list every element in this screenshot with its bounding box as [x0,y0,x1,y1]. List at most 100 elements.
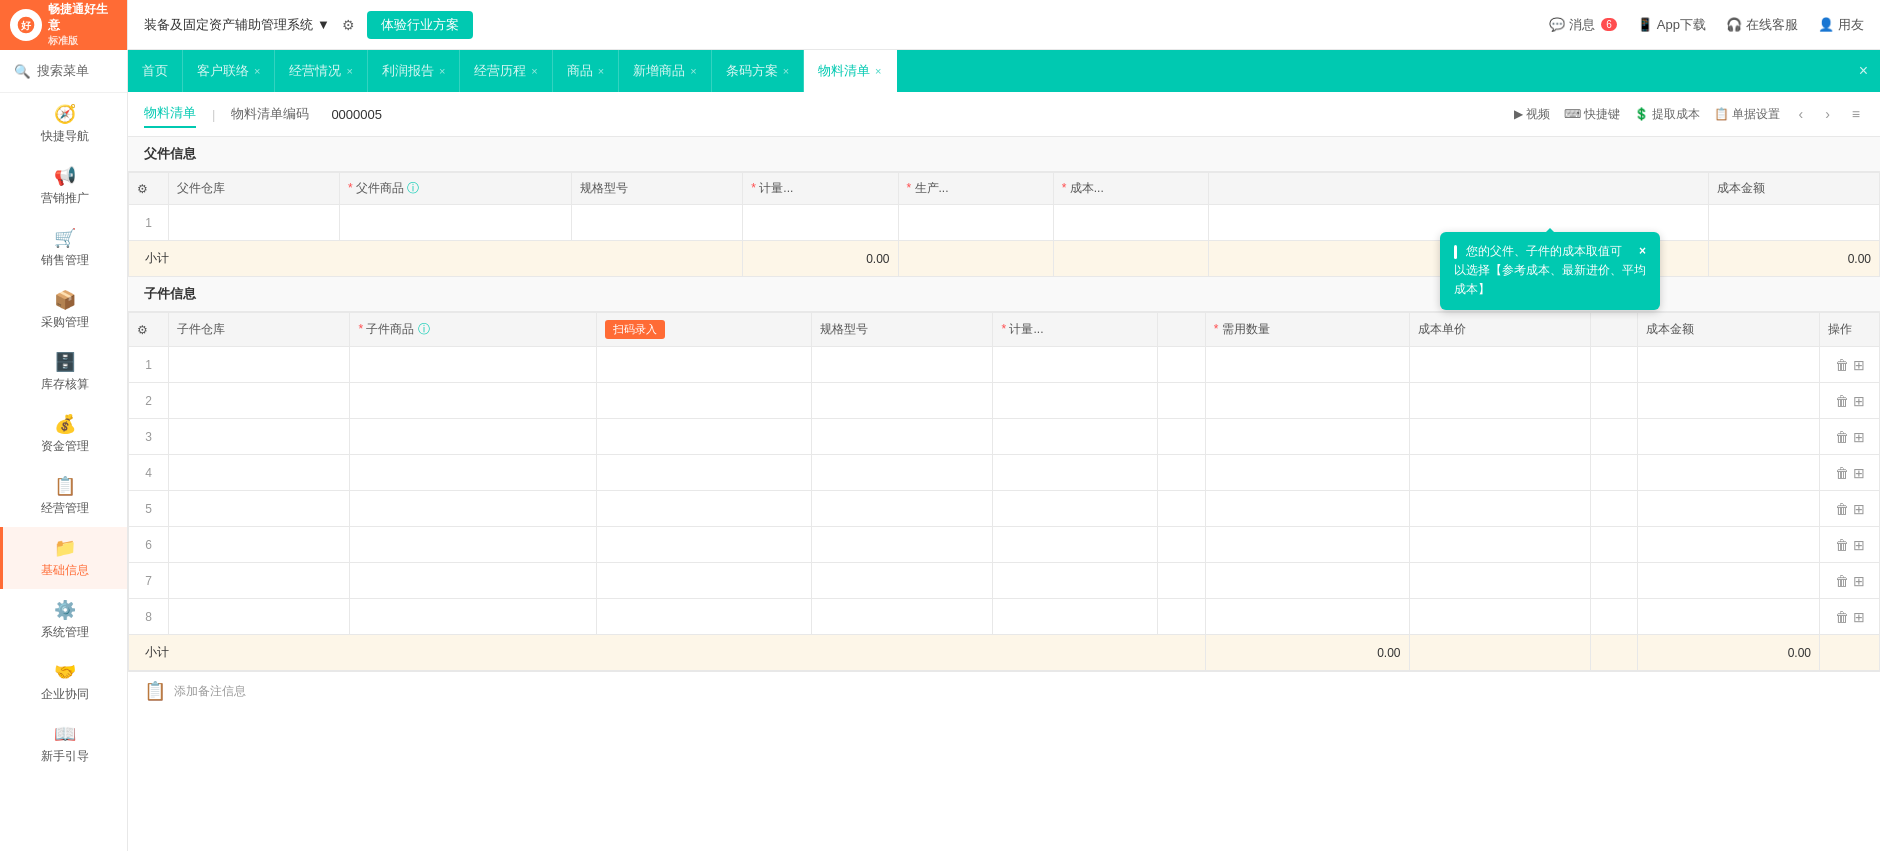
child-row-8-copy-icon[interactable]: ⊞ [1853,609,1865,625]
child-th-setting[interactable]: ⚙ [129,313,169,347]
parent-goods-info-icon[interactable]: ⓘ [407,181,419,195]
finance-icon: 💰 [54,413,76,435]
trial-button[interactable]: 体验行业方案 [367,11,473,39]
tab-barcode[interactable]: 条码方案 × [712,50,804,92]
sidebar-item-quick-nav[interactable]: 🧭 快捷导航 [0,93,127,155]
tooltip-close-btn[interactable]: × [1639,242,1646,261]
sidebar-item-guide[interactable]: 📖 新手引导 [0,713,127,775]
parent-row-1-unit[interactable] [743,205,898,241]
guide-icon: 📖 [54,723,76,745]
tab-profit-close[interactable]: × [439,65,445,77]
app-download-label: App下载 [1657,16,1706,34]
child-row-3-copy-icon[interactable]: ⊞ [1853,429,1865,445]
child-row-1-qty[interactable] [1205,347,1409,383]
sidebar-item-finance[interactable]: 💰 资金管理 [0,403,127,465]
add-note-label[interactable]: 添加备注信息 [174,683,246,700]
tab-goods[interactable]: 商品 × [553,50,619,92]
sub-tab-bom[interactable]: 物料清单 [144,100,196,128]
sidebar-item-marketing-label: 营销推广 [41,190,89,207]
tab-goods-close[interactable]: × [598,65,604,77]
prev-record-btn[interactable]: ‹ [1794,106,1807,122]
child-row-4-delete-icon[interactable]: 🗑 [1835,465,1849,481]
child-row-2-delete-icon[interactable]: 🗑 [1835,393,1849,409]
tab-customer[interactable]: 客户联络 × [183,50,275,92]
sidebar-item-basic-info[interactable]: 📁 基础信息 [0,527,127,589]
child-row-1-unit-cost[interactable] [1409,347,1590,383]
child-row-7-copy-icon[interactable]: ⊞ [1853,573,1865,589]
tab-bom-close[interactable]: × [875,65,881,77]
child-row-2-goods[interactable] [350,383,597,419]
tab-operations-close[interactable]: × [346,65,352,77]
child-row-5-copy-icon[interactable]: ⊞ [1853,501,1865,517]
expand-btn[interactable]: ≡ [1848,106,1864,122]
doc-settings-action[interactable]: 📋 单据设置 [1714,106,1780,123]
child-row-5-delete-icon[interactable]: 🗑 [1835,501,1849,517]
scan-input-btn[interactable]: 扫码录入 [605,320,665,339]
tab-home[interactable]: 首页 [128,50,183,92]
sidebar-item-purchase[interactable]: 📦 采购管理 [0,279,127,341]
sidebar-item-inventory[interactable]: 🗄️ 库存核算 [0,341,127,403]
child-row-8-delete-icon[interactable]: 🗑 [1835,609,1849,625]
child-row-1-spec[interactable] [812,347,993,383]
note-icon[interactable]: 📋 [144,680,166,702]
sidebar-item-system[interactable]: ⚙️ 系统管理 [0,589,127,651]
child-th-goods: * 子件商品 ⓘ [350,313,597,347]
sidebar-item-marketing[interactable]: 📢 营销推广 [0,155,127,217]
parent-row-1-spec[interactable] [572,205,743,241]
bottom-bar: 📋 添加备注信息 [128,671,1880,710]
child-row-1-goods[interactable] [350,347,597,383]
parent-subtotal-empty2 [1053,241,1208,277]
message-button[interactable]: 💬 消息 6 [1549,16,1617,34]
parent-section-title: 父件信息 [128,137,1880,172]
child-row-2-copy-icon[interactable]: ⊞ [1853,393,1865,409]
parent-row-1-warehouse[interactable] [169,205,340,241]
system-selector[interactable]: 装备及固定资产辅助管理系统 ▼ [144,16,330,34]
extract-cost-action[interactable]: 💲 提取成本 [1634,106,1700,123]
child-th-action: 操作 [1820,313,1880,347]
tab-profit-report[interactable]: 利润报告 × [368,50,460,92]
child-row-1-warehouse[interactable] [169,347,350,383]
parent-row-1-produce[interactable] [898,205,1053,241]
child-row-7-delete-icon[interactable]: 🗑 [1835,573,1849,589]
sidebar-item-sales[interactable]: 🛒 销售管理 [0,217,127,279]
shortcut-action[interactable]: ⌨ 快捷键 [1564,106,1620,123]
sub-tab-bom-code-label: 物料清单编码 [231,105,309,123]
child-th-unit: * 计量... [993,313,1158,347]
child-row-2-warehouse[interactable] [169,383,350,419]
sidebar-item-operations[interactable]: 📋 经营管理 [0,465,127,527]
parent-th-empty [1208,173,1708,205]
tab-history-close[interactable]: × [531,65,537,77]
tab-add-goods-close[interactable]: × [690,65,696,77]
tab-bom[interactable]: 物料清单 × [804,50,896,92]
search-menu-button[interactable]: 🔍 搜索菜单 [8,58,119,84]
parent-row-1-goods[interactable] [339,205,571,241]
tab-add-goods[interactable]: 新增商品 × [619,50,711,92]
gear-settings-icon[interactable]: ⚙ [342,17,355,33]
child-row-3-delete-icon[interactable]: 🗑 [1835,429,1849,445]
close-all-tabs[interactable]: × [1847,62,1880,80]
child-row-1-delete-icon[interactable]: 🗑 [1835,357,1849,373]
next-record-btn[interactable]: › [1821,106,1834,122]
user-menu-button[interactable]: 👤 用友 [1818,16,1864,34]
tab-barcode-close[interactable]: × [783,65,789,77]
tab-add-goods-label: 新增商品 [633,62,685,80]
parent-row-1-cost[interactable] [1053,205,1208,241]
tab-operations-status[interactable]: 经营情况 × [275,50,367,92]
search-icon: 🔍 [14,64,31,79]
parent-th-setting[interactable]: ⚙ [129,173,169,205]
top-header: 装备及固定资产辅助管理系统 ▼ ⚙ 体验行业方案 💬 消息 6 📱 App下载 … [128,0,1880,50]
app-download-button[interactable]: 📱 App下载 [1637,16,1706,34]
child-row-1-scan [597,347,812,383]
child-row-4-copy-icon[interactable]: ⊞ [1853,465,1865,481]
child-row-1-unit[interactable] [993,347,1158,383]
online-support-button[interactable]: 🎧 在线客服 [1726,16,1798,34]
tab-operations-history[interactable]: 经营历程 × [460,50,552,92]
sidebar-item-operations-label: 经营管理 [41,500,89,517]
tab-customer-close[interactable]: × [254,65,260,77]
video-action[interactable]: ▶ 视频 [1514,106,1550,123]
child-goods-info-icon[interactable]: ⓘ [418,322,430,336]
sidebar-item-enterprise[interactable]: 🤝 企业协同 [0,651,127,713]
child-row-1-copy-icon[interactable]: ⊞ [1853,357,1865,373]
child-row-6-delete-icon[interactable]: 🗑 [1835,537,1849,553]
child-row-6-copy-icon[interactable]: ⊞ [1853,537,1865,553]
